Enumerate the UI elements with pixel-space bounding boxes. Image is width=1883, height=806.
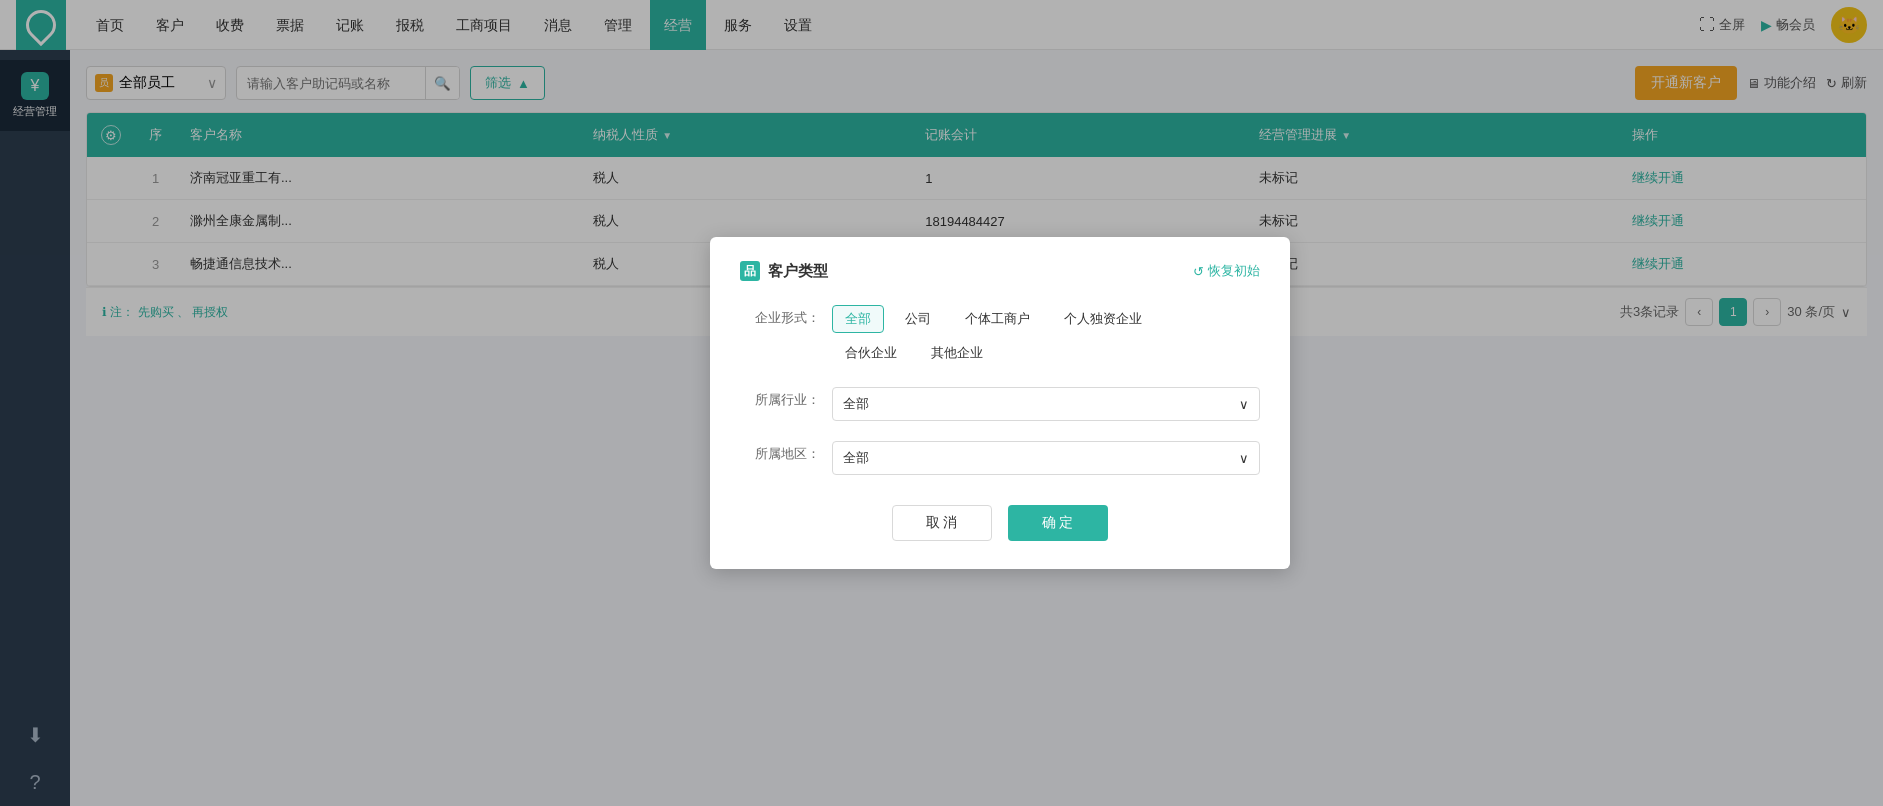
tag-all[interactable]: 全部 <box>832 305 884 333</box>
region-label: 所属地区： <box>740 441 820 463</box>
industry-row: 所属行业： 全部 ∨ <box>740 387 1260 421</box>
modal-footer: 取 消 确 定 <box>740 505 1260 541</box>
confirm-button[interactable]: 确 定 <box>1008 505 1108 541</box>
region-dropdown-icon: ∨ <box>1239 451 1249 466</box>
enterprise-row: 企业形式： 全部 公司 个体工商户 个人独资企业 合伙企业 其他企业 <box>740 305 1260 367</box>
cancel-button[interactable]: 取 消 <box>892 505 992 541</box>
industry-select[interactable]: 全部 ∨ <box>832 387 1260 421</box>
tag-other[interactable]: 其他企业 <box>918 339 996 367</box>
tag-sole[interactable]: 个人独资企业 <box>1051 305 1155 333</box>
reset-icon: ↺ <box>1193 264 1204 279</box>
tag-group: 全部 公司 个体工商户 个人独资企业 <box>832 305 1260 333</box>
region-content: 全部 ∨ <box>832 441 1260 475</box>
modal-title: 品 客户类型 <box>740 261 828 281</box>
reset-button[interactable]: ↺ 恢复初始 <box>1193 262 1260 280</box>
region-row: 所属地区： 全部 ∨ <box>740 441 1260 475</box>
modal-header: 品 客户类型 ↺ 恢复初始 <box>740 261 1260 281</box>
tag-company[interactable]: 公司 <box>892 305 944 333</box>
modal-title-text: 客户类型 <box>768 262 828 281</box>
tag-individual[interactable]: 个体工商户 <box>952 305 1043 333</box>
tag-partnership[interactable]: 合伙企业 <box>832 339 910 367</box>
industry-value: 全部 <box>843 395 869 413</box>
industry-label: 所属行业： <box>740 387 820 409</box>
industry-content: 全部 ∨ <box>832 387 1260 421</box>
region-select[interactable]: 全部 ∨ <box>832 441 1260 475</box>
enterprise-label: 企业形式： <box>740 305 820 327</box>
modal-title-icon: 品 <box>740 261 760 281</box>
filter-modal: 品 客户类型 ↺ 恢复初始 企业形式： 全部 公司 个体工商户 个人独资企业 合… <box>710 237 1290 569</box>
enterprise-tags: 全部 公司 个体工商户 个人独资企业 合伙企业 其他企业 <box>832 305 1260 367</box>
tag-group-2: 合伙企业 其他企业 <box>832 339 1260 367</box>
region-value: 全部 <box>843 449 869 467</box>
industry-dropdown-icon: ∨ <box>1239 397 1249 412</box>
